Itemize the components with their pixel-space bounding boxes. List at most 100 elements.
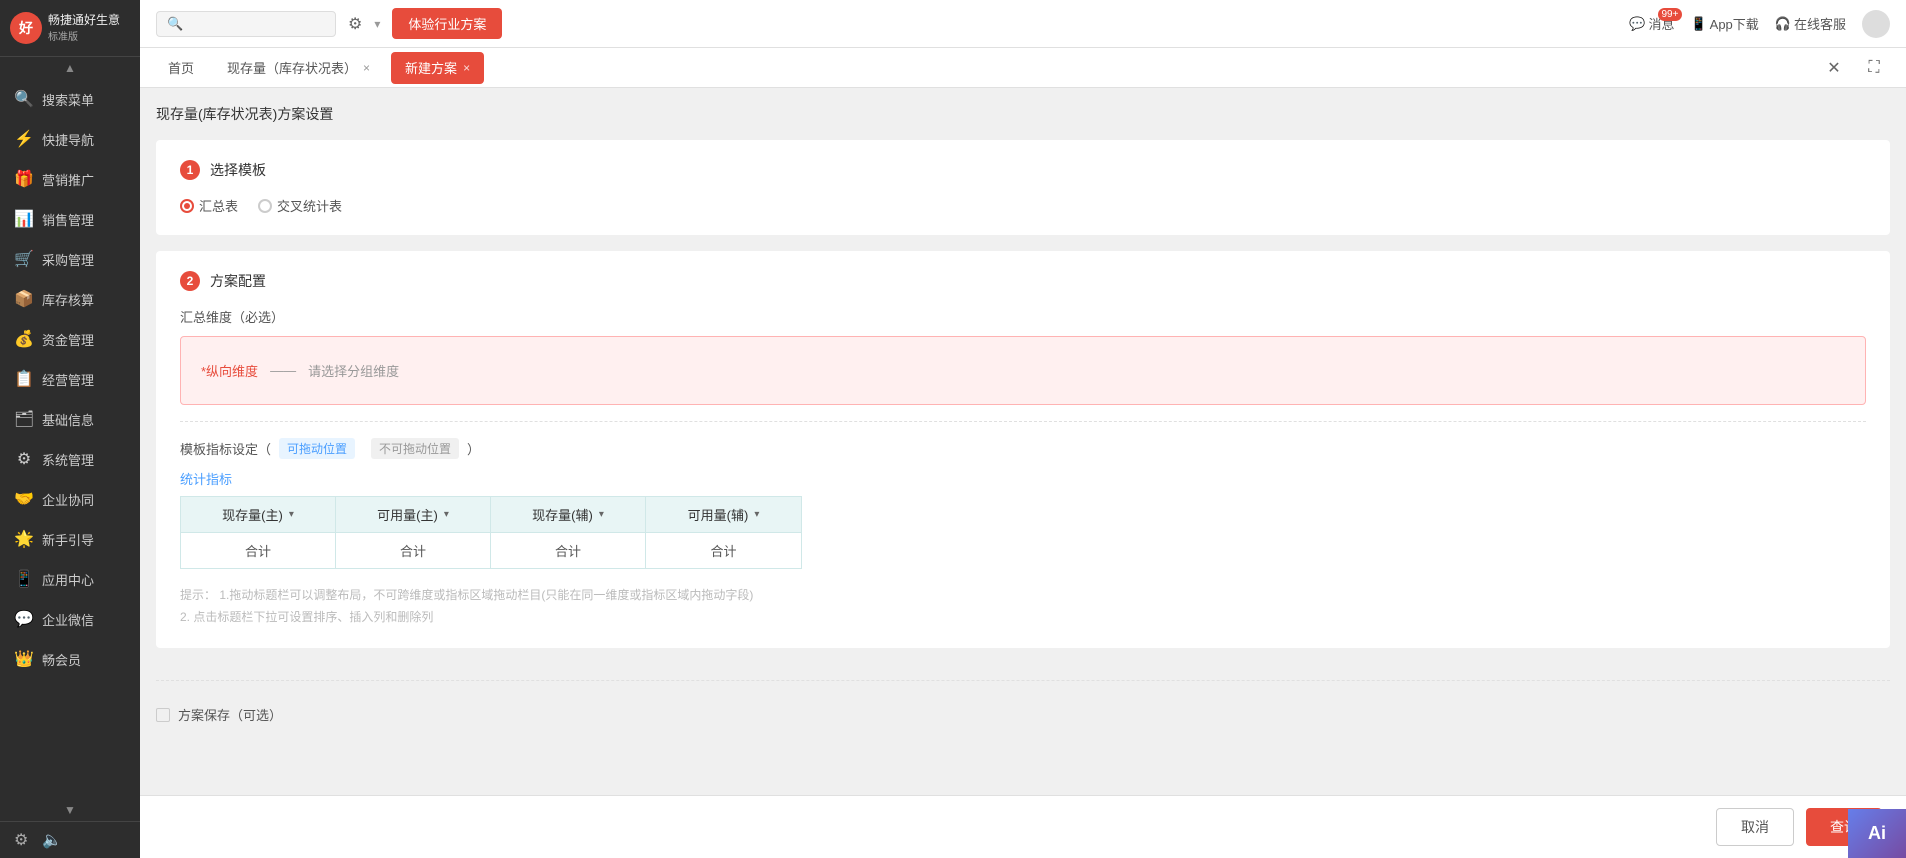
sidebar-label-baseinfo: 基础信息 — [42, 410, 94, 429]
tips-section: 提示： 1.拖动标题栏可以调整布局，不可跨维度或指标区域拖动栏目(只能在同一维度… — [180, 585, 1866, 628]
step2-header: 2 方案配置 — [180, 271, 1866, 291]
topbar-gear-icon[interactable]: ⚙ — [348, 14, 362, 34]
table-header-cell[interactable]: 可用量(辅) ▾ — [646, 497, 801, 533]
stats-title: 统计指标 — [180, 469, 1866, 488]
search-icon: 🔍 — [167, 16, 183, 32]
app-download-button[interactable]: 📱 App下载 — [1690, 14, 1758, 33]
chevron-down-icon[interactable]: ▾ — [444, 509, 449, 520]
sidebar-label-inventory: 库存核算 — [42, 290, 94, 309]
sidebar-label-member: 畅会员 — [42, 650, 81, 669]
sidebar-item-marketing[interactable]: 🎁 营销推广 — [0, 159, 140, 199]
topbar-dropdown-icon[interactable]: ▾ — [374, 17, 380, 31]
app-name: 畅捷通好生意 — [48, 13, 120, 29]
radio-summary-label: 汇总表 — [199, 196, 238, 215]
table-header-cell[interactable]: 可用量(主) ▾ — [336, 497, 491, 533]
save-option-label: 方案保存（可选） — [178, 705, 282, 724]
sidebar-item-newbie[interactable]: 🌟 新手引导 — [0, 519, 140, 559]
sidebar-item-management[interactable]: 📋经营管理 — [0, 359, 140, 399]
sidebar-icon-quicknav: ⚡ — [14, 129, 34, 149]
tab-inventory[interactable]: 现存量（库存状况表） × — [211, 48, 387, 88]
app-logo: 好 畅捷通好生意 标准版 — [0, 0, 140, 57]
badge-draggable: 可拖动位置 — [279, 438, 355, 459]
tab-home-label: 首页 — [168, 58, 194, 77]
logo-icon: 好 — [10, 12, 42, 44]
expand-window-button[interactable]: ⛶ — [1854, 48, 1894, 88]
chevron-down-icon[interactable]: ▾ — [289, 509, 294, 520]
dimension-box[interactable]: *纵向维度 —— 请选择分组维度 — [180, 336, 1866, 405]
dimension-section-label: 汇总维度（必选） — [180, 307, 1866, 326]
sidebar-scroll-down[interactable]: ▼ — [0, 799, 140, 821]
sidebar-item-baseinfo[interactable]: 🗂基础信息 — [0, 399, 140, 439]
sidebar-icon-search: 🔍 — [14, 89, 34, 109]
step2-card: 2 方案配置 汇总维度（必选） *纵向维度 —— 请选择分组维度 模板指标设定（… — [156, 251, 1890, 648]
sidebar-item-inventory[interactable]: 📦 库存核算 — [0, 279, 140, 319]
sidebar-item-finance[interactable]: 💰 资金管理 — [0, 319, 140, 359]
sidebar-label-appcenter: 应用中心 — [42, 570, 94, 589]
save-checkbox[interactable] — [156, 708, 170, 722]
step2-title: 方案配置 — [210, 271, 266, 291]
messages-button[interactable]: 💬 消息 99+ — [1629, 14, 1674, 33]
table-body-cell: 合计 — [336, 533, 491, 568]
sidebar-icon-appcenter: 📱 — [14, 569, 34, 589]
window-controls: ✕ ⛶ — [1814, 48, 1894, 88]
sidebar-label-marketing: 营销推广 — [42, 170, 94, 189]
table-body-cell: 合计 — [646, 533, 801, 568]
sidebar: 好 畅捷通好生意 标准版 ▲ 🔍搜索菜单⚡快捷导航 🎁 营销推广 📊销售管理🛒采购管理… — [0, 0, 140, 858]
tab-home[interactable]: 首页 — [152, 48, 211, 88]
sidebar-item-purchase[interactable]: 🛒采购管理 — [0, 239, 140, 279]
settings-icon[interactable]: ⚙ — [14, 830, 28, 850]
bottom-bar: 取消 查询 — [140, 795, 1906, 858]
sidebar-item-search[interactable]: 🔍搜索菜单 — [0, 79, 140, 119]
tab-new-plan-close[interactable]: × — [463, 61, 470, 75]
sound-icon[interactable]: 🔈 — [42, 830, 62, 850]
sidebar-scroll-up[interactable]: ▲ — [0, 57, 140, 79]
chevron-down-icon[interactable]: ▾ — [599, 509, 604, 520]
close-window-button[interactable]: ✕ — [1814, 48, 1854, 88]
sidebar-item-member[interactable]: 👑畅会员 — [0, 639, 140, 679]
ai-button[interactable]: Ai — [1848, 809, 1906, 858]
search-input[interactable] — [189, 17, 309, 31]
header-label: 可用量(主) — [377, 505, 438, 524]
sidebar-icon-marketing: 🎁 — [14, 169, 34, 189]
trial-button[interactable]: 体验行业方案 — [392, 8, 502, 39]
content-area: 现存量(库存状况表)方案设置 1 选择模板 汇总表 交叉统计表 2 — [140, 88, 1906, 795]
radio-summary[interactable]: 汇总表 — [180, 196, 238, 215]
message-icon: 💬 — [1629, 16, 1645, 32]
sidebar-icon-finance: 💰 — [14, 329, 34, 349]
header-label: 可用量(辅) — [688, 505, 749, 524]
headset-icon: 🎧 — [1775, 16, 1791, 32]
indicator-settings: 模板指标设定（ 可拖动位置 不可拖动位置 ） 统计指标 现存量(主)▾可用量(主… — [180, 438, 1866, 628]
cancel-button[interactable]: 取消 — [1716, 808, 1794, 846]
sidebar-item-wechat[interactable]: 💬企业微信 — [0, 599, 140, 639]
sidebar-item-cooperation[interactable]: 🤝企业协同 — [0, 479, 140, 519]
tip-1: 提示： 1.拖动标题栏可以调整布局，不可跨维度或指标区域拖动栏目(只能在同一维度… — [180, 585, 1866, 607]
sidebar-icon-inventory: 📦 — [14, 289, 34, 309]
sidebar-nav: 🔍搜索菜单⚡快捷导航 🎁 营销推广 📊销售管理🛒采购管理 📦 库存核算 💰 资金管理 📋经营管理… — [0, 79, 140, 799]
user-avatar[interactable] — [1862, 10, 1890, 38]
sidebar-label-newbie: 新手引导 — [42, 530, 94, 549]
customer-service-label: 在线客服 — [1794, 14, 1846, 33]
radio-cross-label: 交叉统计表 — [277, 196, 342, 215]
sidebar-item-quicknav[interactable]: ⚡快捷导航 — [0, 119, 140, 159]
radio-cross[interactable]: 交叉统计表 — [258, 196, 342, 215]
table-header-cell[interactable]: 现存量(主)▾ — [181, 497, 336, 533]
sidebar-item-system[interactable]: ⚙系统管理 — [0, 439, 140, 479]
tab-new-plan[interactable]: 新建方案 × — [391, 52, 484, 84]
sidebar-label-finance: 资金管理 — [42, 330, 94, 349]
search-box[interactable]: 🔍 — [156, 11, 336, 37]
separator-line-2 — [156, 680, 1890, 681]
sidebar-label-cooperation: 企业协同 — [42, 490, 94, 509]
step1-num: 1 — [180, 160, 200, 180]
sidebar-item-appcenter[interactable]: 📱 应用中心 — [0, 559, 140, 599]
sidebar-icon-newbie: 🌟 — [14, 529, 34, 549]
tab-new-plan-label: 新建方案 — [405, 58, 457, 77]
indicator-label-text: 模板指标设定（ — [180, 439, 271, 458]
table-body-cell: 合计 — [491, 533, 646, 568]
tab-inventory-close[interactable]: × — [363, 61, 370, 75]
indicator-label-end: ） — [467, 439, 480, 458]
chevron-down-icon[interactable]: ▾ — [754, 509, 759, 520]
customer-service-button[interactable]: 🎧 在线客服 — [1775, 14, 1846, 33]
app-download-label: App下载 — [1710, 14, 1759, 33]
table-header-cell[interactable]: 现存量(辅)▾ — [491, 497, 646, 533]
sidebar-item-sales[interactable]: 📊销售管理 — [0, 199, 140, 239]
